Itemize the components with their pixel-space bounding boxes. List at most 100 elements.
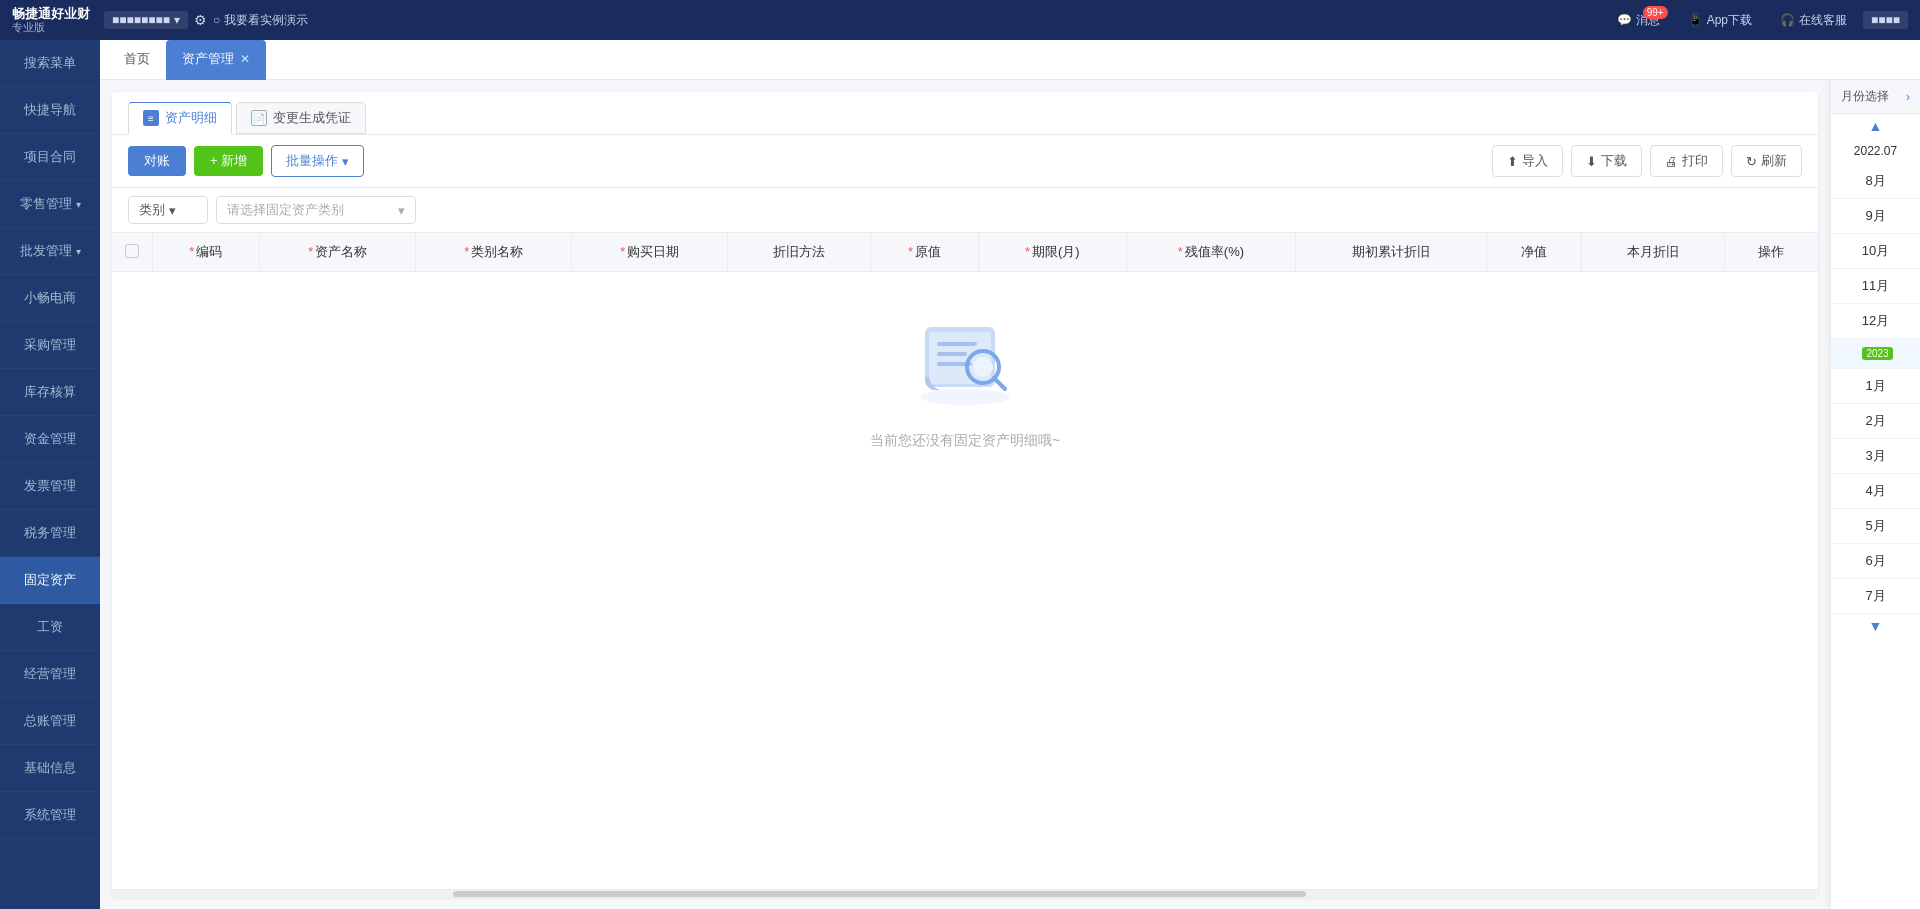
sub-tabs: ≡ 资产明细 📄 变更生成凭证	[112, 92, 1818, 135]
filter-row: 类别 ▾ 请选择固定资产类别 ▾	[112, 188, 1818, 233]
month-item-9[interactable]: 9月	[1831, 199, 1920, 234]
tab-bar: 首页 资产管理 ✕	[100, 40, 1920, 80]
month-item-11[interactable]: 11月	[1831, 269, 1920, 304]
empty-icon	[905, 312, 1025, 412]
sidebar-item-invoice[interactable]: 发票管理	[0, 463, 100, 510]
month-item-jan[interactable]: 1月	[1831, 369, 1920, 404]
month-item-mar[interactable]: 3月	[1831, 439, 1920, 474]
toolbar: 对账 + 新增 批量操作 ▾ ⬆ 导入 ⬇ 下载	[112, 135, 1818, 188]
sidebar-item-project[interactable]: 项目合同	[0, 134, 100, 181]
col-purchase-date: *购买日期	[572, 233, 728, 272]
service-icon: 🎧	[1780, 13, 1795, 27]
sidebar-item-salary[interactable]: 工资	[0, 604, 100, 651]
online-service-button[interactable]: 🎧 在线客服	[1780, 12, 1847, 29]
category-filter-input[interactable]: 请选择固定资产类别 ▾	[216, 196, 416, 224]
sidebar-item-tax[interactable]: 税务管理	[0, 510, 100, 557]
sub-tab-change-voucher[interactable]: 📄 变更生成凭证	[236, 102, 366, 134]
message-icon: 💬	[1617, 13, 1632, 27]
demo-icon: ○	[213, 13, 220, 27]
sidebar-item-ecommerce[interactable]: 小畅电商	[0, 275, 100, 322]
sidebar-item-general-ledger[interactable]: 总账管理	[0, 698, 100, 745]
sidebar-item-purchase[interactable]: 采购管理	[0, 322, 100, 369]
sidebar-item-quick-nav[interactable]: 快捷导航	[0, 87, 100, 134]
svg-point-7	[973, 357, 993, 377]
main-panel: ≡ 资产明细 📄 变更生成凭证 对账 + 新增 批量操作 ▾	[112, 92, 1818, 897]
import-icon: ⬆	[1507, 154, 1518, 169]
sub-tab-asset-detail[interactable]: ≡ 资产明细	[128, 102, 232, 135]
top-bar-right: 💬 消息 99+ 📱 App下载 🎧 在线客服 ■■■■	[1617, 11, 1908, 29]
sidebar-item-search[interactable]: 搜索菜单	[0, 40, 100, 87]
page-content: ≡ 资产明细 📄 变更生成凭证 对账 + 新增 批量操作 ▾	[100, 80, 1920, 909]
month-item-10[interactable]: 10月	[1831, 234, 1920, 269]
sidebar-item-base-info[interactable]: 基础信息	[0, 745, 100, 792]
add-new-button[interactable]: + 新增	[194, 146, 263, 176]
svg-line-8	[994, 378, 1005, 389]
print-icon: 🖨	[1665, 154, 1678, 169]
month-panel: 月份选择 › ▲ 2022.07 8月 9月 10月 11月 12月 2023 …	[1830, 80, 1920, 909]
col-code: *编码	[152, 233, 260, 272]
svg-rect-3	[937, 342, 977, 346]
col-name: *资产名称	[260, 233, 416, 272]
month-item-apr[interactable]: 4月	[1831, 474, 1920, 509]
select-all-header[interactable]	[112, 233, 152, 272]
chevron-down-icon: ▾	[169, 203, 176, 218]
tab-close-icon[interactable]: ✕	[240, 52, 250, 66]
scroll-thumb[interactable]	[453, 891, 1306, 897]
refresh-button[interactable]: ↻ 刷新	[1731, 145, 1802, 177]
reconcile-button[interactable]: 对账	[128, 146, 186, 176]
month-panel-collapse-icon[interactable]: ›	[1906, 90, 1910, 104]
chevron-down-icon: ▾	[174, 13, 180, 27]
chevron-down-icon: ▾	[398, 203, 405, 218]
svg-point-0	[920, 389, 1010, 405]
tab-asset-management[interactable]: 资产管理 ✕	[166, 40, 266, 80]
app-logo: 畅捷通好业财 专业版	[12, 6, 90, 35]
message-button[interactable]: 💬 消息 99+	[1617, 12, 1660, 29]
col-original-value: *原值	[871, 233, 979, 272]
import-button[interactable]: ⬆ 导入	[1492, 145, 1563, 177]
horizontal-scrollbar[interactable]	[112, 889, 1818, 897]
chevron-down-icon: ▾	[342, 154, 349, 169]
tab-home[interactable]: 首页	[108, 40, 166, 80]
batch-ops-button[interactable]: 批量操作 ▾	[271, 145, 364, 177]
top-bar-left: 畅捷通好业财 专业版 ■■■■■■■■ ▾ ⚙ ○ 我要看实例演示	[12, 6, 1609, 35]
user-info[interactable]: ■■■■	[1863, 11, 1908, 29]
sidebar-item-finance[interactable]: 资金管理	[0, 416, 100, 463]
top-bar: 畅捷通好业财 专业版 ■■■■■■■■ ▾ ⚙ ○ 我要看实例演示 💬 消息 9…	[0, 0, 1920, 40]
download-button[interactable]: ⬇ 下载	[1571, 145, 1642, 177]
list-icon: ≡	[143, 110, 159, 126]
demo-link[interactable]: ○ 我要看实例演示	[213, 12, 308, 29]
col-category: *类别名称	[416, 233, 572, 272]
category-type-select[interactable]: 类别 ▾	[128, 196, 208, 224]
month-item-feb[interactable]: 2月	[1831, 404, 1920, 439]
month-panel-header: 月份选择 ›	[1831, 80, 1920, 114]
svg-rect-4	[937, 352, 967, 356]
arrow-icon: ▾	[76, 246, 81, 257]
month-nav-up[interactable]: ▲	[1831, 114, 1920, 138]
year-2022-label: 2022.07	[1831, 138, 1920, 164]
col-operations: 操作	[1724, 233, 1818, 272]
sidebar-item-wholesale[interactable]: 批发管理 ▾	[0, 228, 100, 275]
month-item-8[interactable]: 8月	[1831, 164, 1920, 199]
select-all-checkbox[interactable]	[125, 244, 139, 258]
month-item-jul[interactable]: 7月	[1831, 579, 1920, 614]
download-icon: ⬇	[1586, 154, 1597, 169]
month-item-12[interactable]: 12月	[1831, 304, 1920, 339]
month-item-jun[interactable]: 6月	[1831, 544, 1920, 579]
month-nav-down[interactable]: ▼	[1831, 614, 1920, 638]
sidebar-item-system[interactable]: 系统管理	[0, 792, 100, 839]
sidebar-item-operations[interactable]: 经营管理	[0, 651, 100, 698]
sidebar: 搜索菜单 快捷导航 项目合同 零售管理 ▾ 批发管理 ▾ 小畅电商 采购管理 库	[0, 40, 100, 909]
company-selector[interactable]: ■■■■■■■■ ▾	[104, 11, 188, 29]
refresh-icon: ↻	[1746, 154, 1757, 169]
month-item-may[interactable]: 5月	[1831, 509, 1920, 544]
app-download-button[interactable]: 📱 App下载	[1688, 12, 1752, 29]
content-area: 首页 资产管理 ✕ ≡ 资产明细 📄 变更生成凭证	[100, 40, 1920, 909]
settings-icon[interactable]: ⚙	[194, 12, 207, 28]
print-button[interactable]: 🖨 打印	[1650, 145, 1723, 177]
arrow-icon: ▾	[76, 199, 81, 210]
sidebar-item-fixed-assets[interactable]: 固定资产	[0, 557, 100, 604]
table-wrap[interactable]: *编码 *资产名称 *类别名称 *购买日期 折旧方法 *原值 *期限(月) *残…	[112, 233, 1818, 889]
sidebar-item-retail[interactable]: 零售管理 ▾	[0, 181, 100, 228]
empty-state: 当前您还没有固定资产明细哦~	[112, 272, 1818, 490]
sidebar-item-inventory[interactable]: 库存核算	[0, 369, 100, 416]
